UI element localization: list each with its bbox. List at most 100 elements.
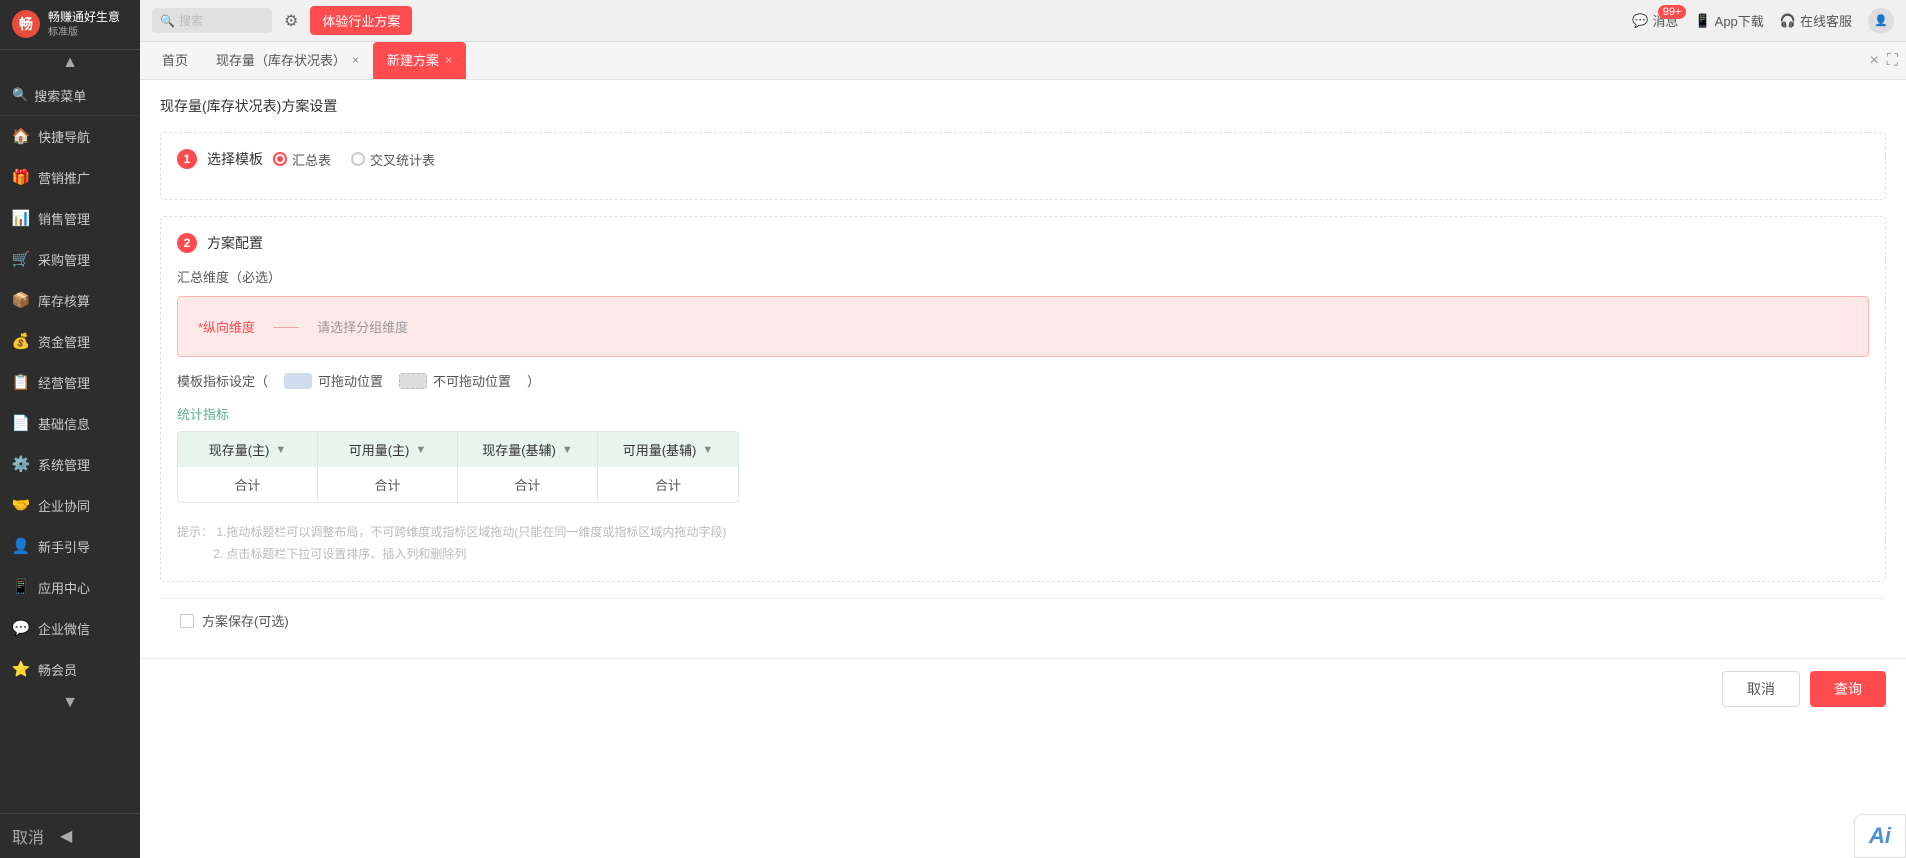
main-area: 🔍 搜索 ⚙ 体验行业方案 💬 消息 99+ 📱 App下载 🎧 在线客服 👤 … xyxy=(140,0,1906,858)
sidebar-item-cooperation[interactable]: 🤝 企业协同 xyxy=(0,485,140,526)
sidebar-logo: 畅 畅赚通好生意 标准版 xyxy=(0,0,140,50)
stats-col3-header[interactable]: 现存量(基辅) ▼ xyxy=(458,432,598,467)
tab-new-plan[interactable]: 新建方案 × xyxy=(373,42,466,79)
sidebar-item-label: 营销推广 xyxy=(38,168,90,187)
search-icon: 🔍 xyxy=(160,14,175,28)
topbar-search[interactable]: 🔍 搜索 xyxy=(152,8,272,33)
tab-close-window-icon[interactable]: × xyxy=(1869,52,1878,70)
radio-crosstab[interactable]: 交叉统计表 xyxy=(351,150,435,169)
sidebar-item-purchase[interactable]: 🛒 采购管理 xyxy=(0,239,140,280)
sidebar-item-membership[interactable]: ⭐ 畅会员 xyxy=(0,649,140,690)
step2-badge: 2 xyxy=(177,233,197,253)
home-icon: 🏠 xyxy=(12,127,30,145)
sidebar-item-wechat[interactable]: 💬 企业微信 xyxy=(0,608,140,649)
gear-icon: ⚙️ xyxy=(12,455,30,473)
sidebar-item-inventory[interactable]: 📦 库存核算 xyxy=(0,280,140,321)
template-radio-group: 汇总表 交叉统计表 xyxy=(273,150,435,169)
tips-label: 提示： 1.拖动标题栏可以调整布局，不可跨维度或指标区域拖动(只能在同一维度或指… xyxy=(177,522,1869,544)
step1-badge: 1 xyxy=(177,149,197,169)
sidebar-item-system[interactable]: ⚙️ 系统管理 xyxy=(0,444,140,485)
indicator-settings-suffix: ） xyxy=(527,371,540,390)
tab-home-label: 首页 xyxy=(162,50,188,69)
doc-icon: 📄 xyxy=(12,414,30,432)
chart-icon: 📊 xyxy=(12,209,30,227)
sidebar: 畅 畅赚通好生意 标准版 ▲ 🔍 搜索菜单 🏠 快捷导航 🎁 营销推广 📊 销售… xyxy=(0,0,140,858)
user-icon: 👤 xyxy=(12,537,30,555)
industry-plan-button[interactable]: 体验行业方案 xyxy=(310,6,412,35)
settings-icon[interactable]: 取消 xyxy=(12,824,44,848)
sidebar-item-operations[interactable]: 📋 经营管理 xyxy=(0,362,140,403)
stats-section-label: 统计指标 xyxy=(177,404,1869,423)
tab-new-close-icon[interactable]: × xyxy=(445,53,452,67)
sidebar-scroll: ▲ 🔍 搜索菜单 🏠 快捷导航 🎁 营销推广 📊 销售管理 🛒 采购管理 📦 库… xyxy=(0,50,140,813)
chat-icon: 💬 xyxy=(12,619,30,637)
star-icon: ⭐ xyxy=(12,660,30,678)
stats-col2-value: 合计 xyxy=(318,467,458,502)
no-drag-indicator: 不可拖动位置 xyxy=(399,371,511,390)
messages-button[interactable]: 💬 消息 99+ xyxy=(1632,11,1678,30)
sidebar-bottom: 取消 ◀ xyxy=(0,813,140,858)
sidebar-item-new-guide[interactable]: 👤 新手引导 xyxy=(0,526,140,567)
stats-table-header: 现存量(主) ▼ 可用量(主) ▼ 现存量(基辅) ▼ xyxy=(178,432,738,467)
stats-col4-header[interactable]: 可用量(基辅) ▼ xyxy=(598,432,738,467)
headset-icon: 🎧 xyxy=(1780,13,1796,29)
radio-summary[interactable]: 汇总表 xyxy=(273,150,331,169)
sidebar-item-label: 资金管理 xyxy=(38,332,90,351)
sidebar-item-label: 新手引导 xyxy=(38,537,90,556)
dimension-area: *纵向维度 —— 请选择分组维度 xyxy=(177,296,1869,357)
save-checkbox[interactable] xyxy=(180,614,194,628)
stats-col1-header[interactable]: 现存量(主) ▼ xyxy=(178,432,318,467)
sidebar-item-app-center[interactable]: 📱 应用中心 xyxy=(0,567,140,608)
tab-home[interactable]: 首页 xyxy=(148,42,202,79)
sidebar-item-sales[interactable]: 📊 销售管理 xyxy=(0,198,140,239)
sidebar-item-label: 销售管理 xyxy=(38,209,90,228)
sidebar-item-quick-nav[interactable]: 🏠 快捷导航 xyxy=(0,116,140,157)
bottom-bar: 取消 查询 xyxy=(140,658,1906,719)
indicator-settings-label: 模板指标设定（ xyxy=(177,371,268,390)
sidebar-item-label: 企业协同 xyxy=(38,496,90,515)
sidebar-scroll-up[interactable]: ▲ xyxy=(0,50,140,76)
sidebar-item-finance[interactable]: 💰 资金管理 xyxy=(0,321,140,362)
dimension-required-label: 汇总维度（必选） xyxy=(177,267,1869,286)
cancel-button[interactable]: 取消 xyxy=(1722,671,1800,707)
handshake-icon: 🤝 xyxy=(12,496,30,514)
sidebar-item-search[interactable]: 🔍 搜索菜单 xyxy=(0,76,140,116)
sidebar-item-label: 快捷导航 xyxy=(38,127,90,146)
sidebar-scroll-down[interactable]: ▼ xyxy=(0,690,140,716)
drag-box-icon xyxy=(284,373,312,389)
chevron-down-icon: ▼ xyxy=(275,444,286,456)
tab-inventory-status-label: 现存量（库存状况表） xyxy=(216,50,346,69)
box-icon: 📦 xyxy=(12,291,30,309)
sidebar-item-basic-info[interactable]: 📄 基础信息 xyxy=(0,403,140,444)
content-area: 现存量(库存状况表)方案设置 1 选择模板 汇总表 交叉统计表 xyxy=(140,80,1906,858)
tab-maximize-icon[interactable]: ⛶ xyxy=(1887,52,1898,70)
message-icon: 💬 xyxy=(1632,13,1648,29)
step1-section: 1 选择模板 汇总表 交叉统计表 xyxy=(160,132,1886,200)
online-service-button[interactable]: 🎧 在线客服 xyxy=(1780,11,1852,30)
indicator-settings-row: 模板指标设定（ 可拖动位置 不可拖动位置 ） xyxy=(177,371,1869,390)
sidebar-item-label: 系统管理 xyxy=(38,455,90,474)
topbar-right: 💬 消息 99+ 📱 App下载 🎧 在线客服 👤 xyxy=(1632,8,1894,34)
save-option-row: 方案保存(可选) xyxy=(160,598,1886,642)
sidebar-item-marketing[interactable]: 🎁 营销推广 xyxy=(0,157,140,198)
ai-assistant[interactable]: Ai xyxy=(1854,814,1906,858)
stats-col2-header[interactable]: 可用量(主) ▼ xyxy=(318,432,458,467)
phone-icon: 📱 xyxy=(1694,13,1710,29)
sidebar-item-label: 经营管理 xyxy=(38,373,90,392)
tab-inventory-status[interactable]: 现存量（库存状况表） × xyxy=(202,42,373,79)
topbar-gear-icon[interactable]: ⚙ xyxy=(284,11,298,31)
drag-indicator: 可拖动位置 xyxy=(284,371,383,390)
query-button[interactable]: 查询 xyxy=(1810,671,1886,707)
dimension-placeholder: 请选择分组维度 xyxy=(317,317,408,336)
sidebar-item-label: 畅会员 xyxy=(38,660,77,679)
app-download-button[interactable]: 📱 App下载 xyxy=(1694,11,1763,30)
tips-section: 提示： 1.拖动标题栏可以调整布局，不可跨维度或指标区域拖动(只能在同一维度或指… xyxy=(177,522,1869,565)
collapse-icon[interactable]: ◀ xyxy=(60,826,72,846)
user-avatar[interactable]: 👤 xyxy=(1868,8,1894,34)
step2-header: 2 方案配置 xyxy=(177,233,1869,253)
step1-header: 1 选择模板 汇总表 交叉统计表 xyxy=(177,149,1869,169)
search-icon: 🔍 xyxy=(12,87,28,103)
stats-section: 统计指标 现存量(主) ▼ 可用量(主) ▼ xyxy=(177,404,1869,506)
clipboard-icon: 📋 xyxy=(12,373,30,391)
tab-close-icon[interactable]: × xyxy=(352,53,359,67)
